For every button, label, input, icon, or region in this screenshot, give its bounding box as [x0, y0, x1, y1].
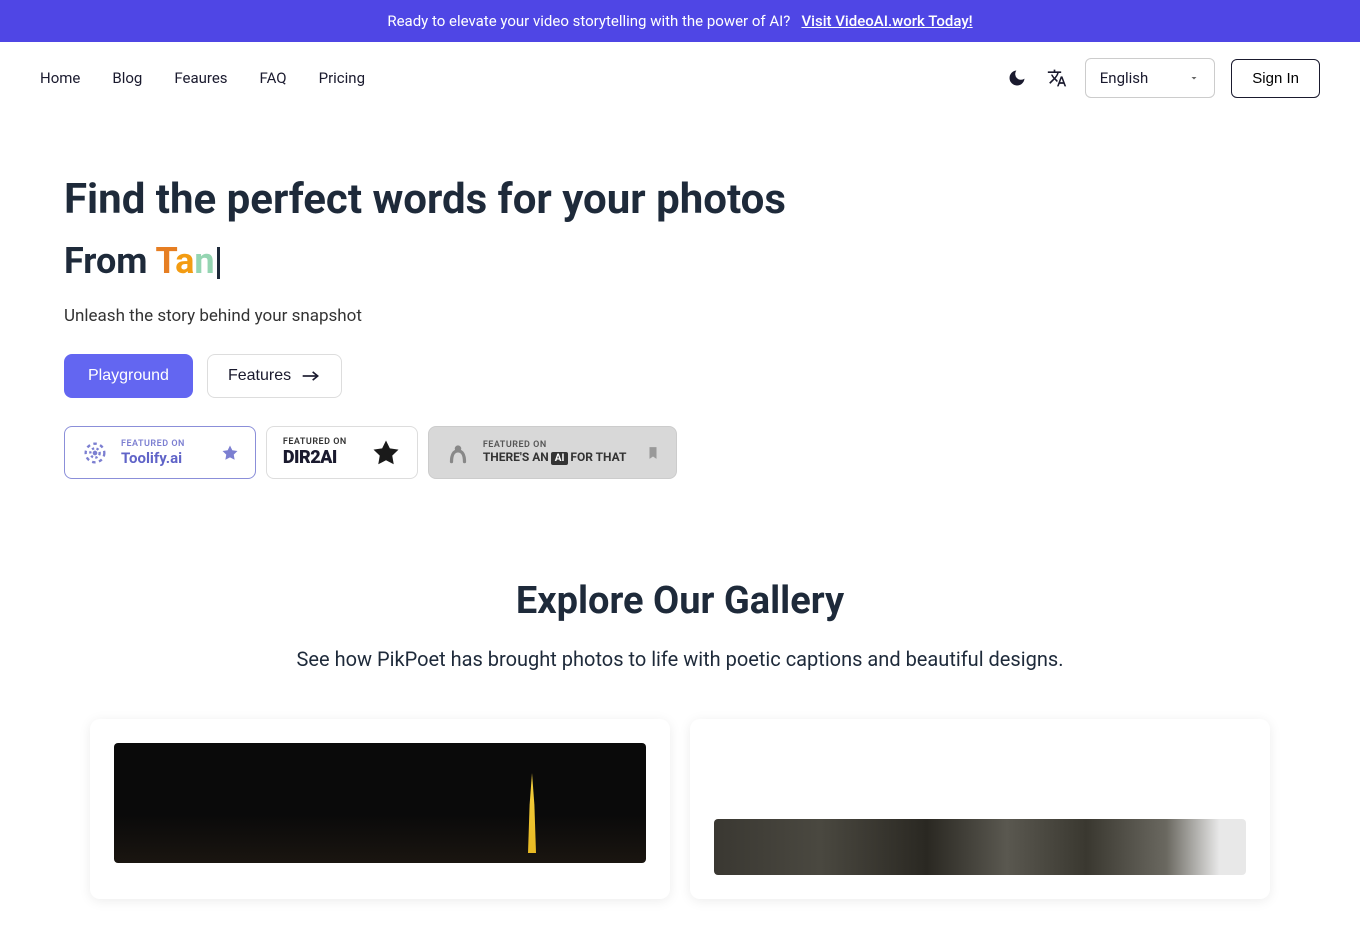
gallery-card[interactable] [690, 719, 1270, 899]
hero-tagline: Unleash the story behind your snapshot [64, 306, 1296, 326]
playground-button[interactable]: Playground [64, 354, 193, 398]
banner-text: Ready to elevate your video storytelling… [387, 12, 790, 30]
badge-toolify[interactable]: FEATURED ON Toolify.ai [64, 426, 256, 479]
star-icon [371, 438, 401, 468]
chevron-down-icon [1188, 72, 1200, 84]
promo-banner: Ready to elevate your video storytelling… [0, 0, 1360, 42]
badge-label-bottom: DIR2AI [283, 447, 347, 468]
translate-icon [1047, 68, 1067, 88]
features-button-label: Features [228, 367, 291, 385]
badge-text: FEATURED ON DIR2AI [283, 437, 347, 468]
dark-mode-toggle[interactable] [1005, 66, 1029, 90]
language-select[interactable]: English [1085, 58, 1216, 98]
toolify-icon [81, 439, 109, 467]
gallery-heading: Explore Our Gallery [64, 579, 1296, 623]
nav-features[interactable]: Feaures [174, 69, 227, 87]
translate-button[interactable] [1045, 66, 1069, 90]
badge-label-top: FEATURED ON [283, 437, 347, 447]
subtitle-prefix: From [64, 240, 155, 282]
hero-buttons: Playground Features [64, 354, 1296, 398]
gallery-subheading: See how PikPoet has brought photos to li… [64, 647, 1296, 671]
gallery-image-rocks [714, 819, 1246, 875]
nav-blog[interactable]: Blog [112, 69, 142, 87]
nav-left: Home Blog Feaures FAQ Pricing [40, 69, 365, 87]
navbar: Home Blog Feaures FAQ Pricing English Si… [0, 42, 1360, 115]
moon-icon [1007, 68, 1027, 88]
nav-faq[interactable]: FAQ [260, 69, 287, 87]
language-value: English [1100, 69, 1149, 87]
star-icon [221, 444, 239, 462]
hero-title: Find the perfect words for your photos [64, 175, 1296, 224]
badge-label-bottom: THERE'S ANAIFOR THAT [483, 450, 627, 465]
signin-button[interactable]: Sign In [1231, 59, 1320, 98]
badge-theresanaiforthat[interactable]: FEATURED ON THERE'S ANAIFOR THAT [428, 426, 678, 479]
badge-label-bottom: Toolify.ai [121, 449, 185, 467]
typed-char: n [194, 240, 214, 282]
banner-link[interactable]: Visit VideoAI.work Today! [801, 12, 972, 30]
featured-badges: FEATURED ON Toolify.ai FEATURED ON DIR2A… [64, 426, 1296, 479]
features-button[interactable]: Features [207, 354, 342, 398]
bookmark-icon [646, 444, 660, 462]
arrow-right-icon [301, 369, 321, 383]
badge-label-top: FEATURED ON [483, 440, 627, 450]
typed-char: T [155, 240, 175, 282]
badge-label-top: FEATURED ON [121, 439, 185, 449]
typing-cursor [217, 247, 220, 279]
gallery-image-night [114, 743, 646, 863]
gallery-section: Explore Our Gallery See how PikPoet has … [0, 519, 1360, 939]
badge-text: FEATURED ON THERE'S ANAIFOR THAT [483, 440, 627, 465]
badge-dir2ai[interactable]: FEATURED ON DIR2AI [266, 426, 418, 479]
mascot-icon [445, 440, 471, 466]
nav-right: English Sign In [1005, 58, 1320, 98]
gallery-grid [64, 719, 1296, 899]
nav-pricing[interactable]: Pricing [319, 69, 365, 87]
nav-home[interactable]: Home [40, 69, 80, 87]
hero-subtitle: From Tan [64, 240, 1296, 282]
hero-section: Find the perfect words for your photos F… [0, 115, 1360, 519]
badge-text: FEATURED ON Toolify.ai [121, 439, 185, 467]
gallery-card[interactable] [90, 719, 670, 899]
typed-char: a [175, 240, 194, 282]
